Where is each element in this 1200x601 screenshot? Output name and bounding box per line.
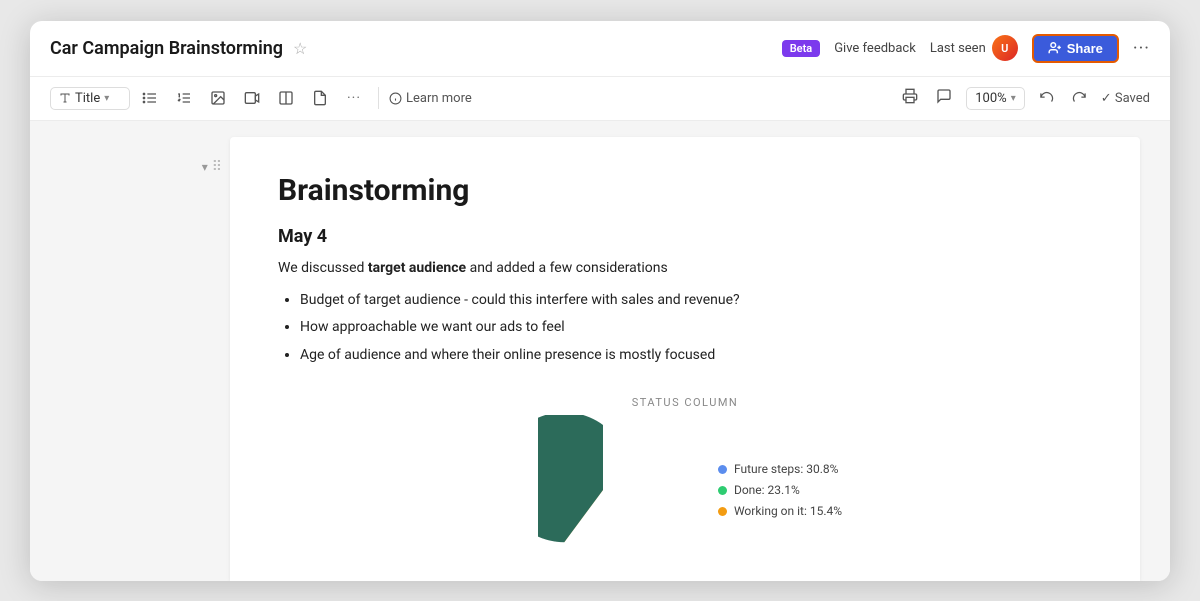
toolbar-right: 100% ▾ ✓ Saved [898,84,1150,112]
bullet-list-btn[interactable] [136,84,164,112]
app-window: Car Campaign Brainstorming ☆ Beta Give f… [30,21,1170,581]
intro-text: We discussed [278,260,368,276]
list-item: Budget of target audience - could this i… [300,289,1092,311]
content-area: ▾ ⠿ Brainstorming May 4 We discussed tar… [30,121,1170,581]
intro-paragraph: We discussed target audience and added a… [278,257,1092,279]
list-item: How approachable we want our ads to feel [300,316,1092,338]
beta-badge: Beta [782,40,821,57]
legend-item: Done: 23.1% [718,483,842,497]
chart-title: STATUS COLUMN [632,396,739,409]
avatar-initials: U [1001,42,1008,55]
toolbar-divider [378,87,379,109]
zoom-value: 100% [975,91,1006,106]
last-seen: Last seen U [930,35,1018,61]
share-button[interactable]: Share [1032,34,1119,63]
topbar-left: Car Campaign Brainstorming ☆ [50,38,307,59]
comment-icon [936,88,952,104]
block-controls: ▾ ⠿ [202,159,222,175]
learn-more-label: Learn more [406,91,472,106]
topbar: Car Campaign Brainstorming ☆ Beta Give f… [30,21,1170,77]
numbered-list-icon [176,90,192,106]
legend-label-done: Done: 23.1% [734,483,800,497]
doc-heading: Brainstorming [278,173,1092,208]
saved-indicator: ✓ Saved [1101,91,1150,106]
list-item: Age of audience and where their online p… [300,344,1092,366]
file-icon [312,90,328,106]
pie-chart [538,415,668,565]
more-options-icon[interactable]: ··· [1133,38,1150,59]
print-icon [902,88,918,104]
section-heading: May 4 [278,226,1092,247]
legend-item: Future steps: 30.8% [718,462,842,476]
legend: Future steps: 30.8% Done: 23.1% Working … [718,462,842,518]
pie-slice-other [538,415,603,542]
intro-bold: target audience [368,260,466,276]
redo-btn[interactable] [1068,85,1091,112]
numbered-list-btn[interactable] [170,84,198,112]
file-btn[interactable] [306,84,334,112]
topbar-right: Beta Give feedback Last seen U Share ··· [782,34,1150,63]
block-drag-icon[interactable]: ⠿ [212,159,222,175]
bullet-list-icon [142,90,158,106]
legend-dot-working [718,507,727,516]
zoom-arrow: ▾ [1011,93,1016,104]
doc-title: Car Campaign Brainstorming [50,38,283,59]
left-gutter: ▾ ⠿ [30,121,230,581]
doc-page: Brainstorming May 4 We discussed target … [230,137,1140,581]
info-icon [389,92,402,105]
undo-icon [1039,89,1054,104]
undo-btn[interactable] [1035,85,1058,112]
video-icon [244,90,260,106]
video-btn[interactable] [238,84,266,112]
avatar: U [992,35,1018,61]
legend-label-future: Future steps: 30.8% [734,462,838,476]
image-btn[interactable] [204,84,232,112]
columns-icon [278,90,294,106]
text-icon [59,92,71,104]
legend-label-working: Working on it: 15.4% [734,504,842,518]
more-toolbar-btn[interactable]: ··· [340,84,368,112]
saved-label-text: ✓ Saved [1101,91,1150,106]
last-seen-label: Last seen [930,41,986,56]
image-icon [210,90,226,106]
learn-more-btn[interactable]: Learn more [389,91,472,106]
chart-container: Future steps: 30.8% Done: 23.1% Working … [528,425,842,555]
toolbar: Title ▾ ··· Learn more [30,77,1170,121]
comment-btn[interactable] [932,84,956,112]
block-arrow-icon[interactable]: ▾ [202,160,208,174]
legend-dot-future [718,465,727,474]
bullet-list: Budget of target audience - could this i… [300,289,1092,366]
legend-dot-done [718,486,727,495]
more-toolbar-icon: ··· [347,90,361,106]
print-btn[interactable] [898,84,922,112]
star-icon[interactable]: ☆ [293,39,307,58]
intro-rest: and added a few considerations [466,260,668,276]
legend-item: Working on it: 15.4% [718,504,842,518]
redo-icon [1072,89,1087,104]
share-icon [1048,41,1062,55]
style-select[interactable]: Title ▾ [50,87,130,110]
give-feedback-link[interactable]: Give feedback [834,41,916,56]
chart-section: STATUS COLUMN [278,396,1092,555]
style-select-arrow: ▾ [104,93,109,104]
style-select-label: Title [75,91,100,106]
columns-btn[interactable] [272,84,300,112]
zoom-control[interactable]: 100% ▾ [966,87,1024,110]
share-label: Share [1067,41,1103,56]
